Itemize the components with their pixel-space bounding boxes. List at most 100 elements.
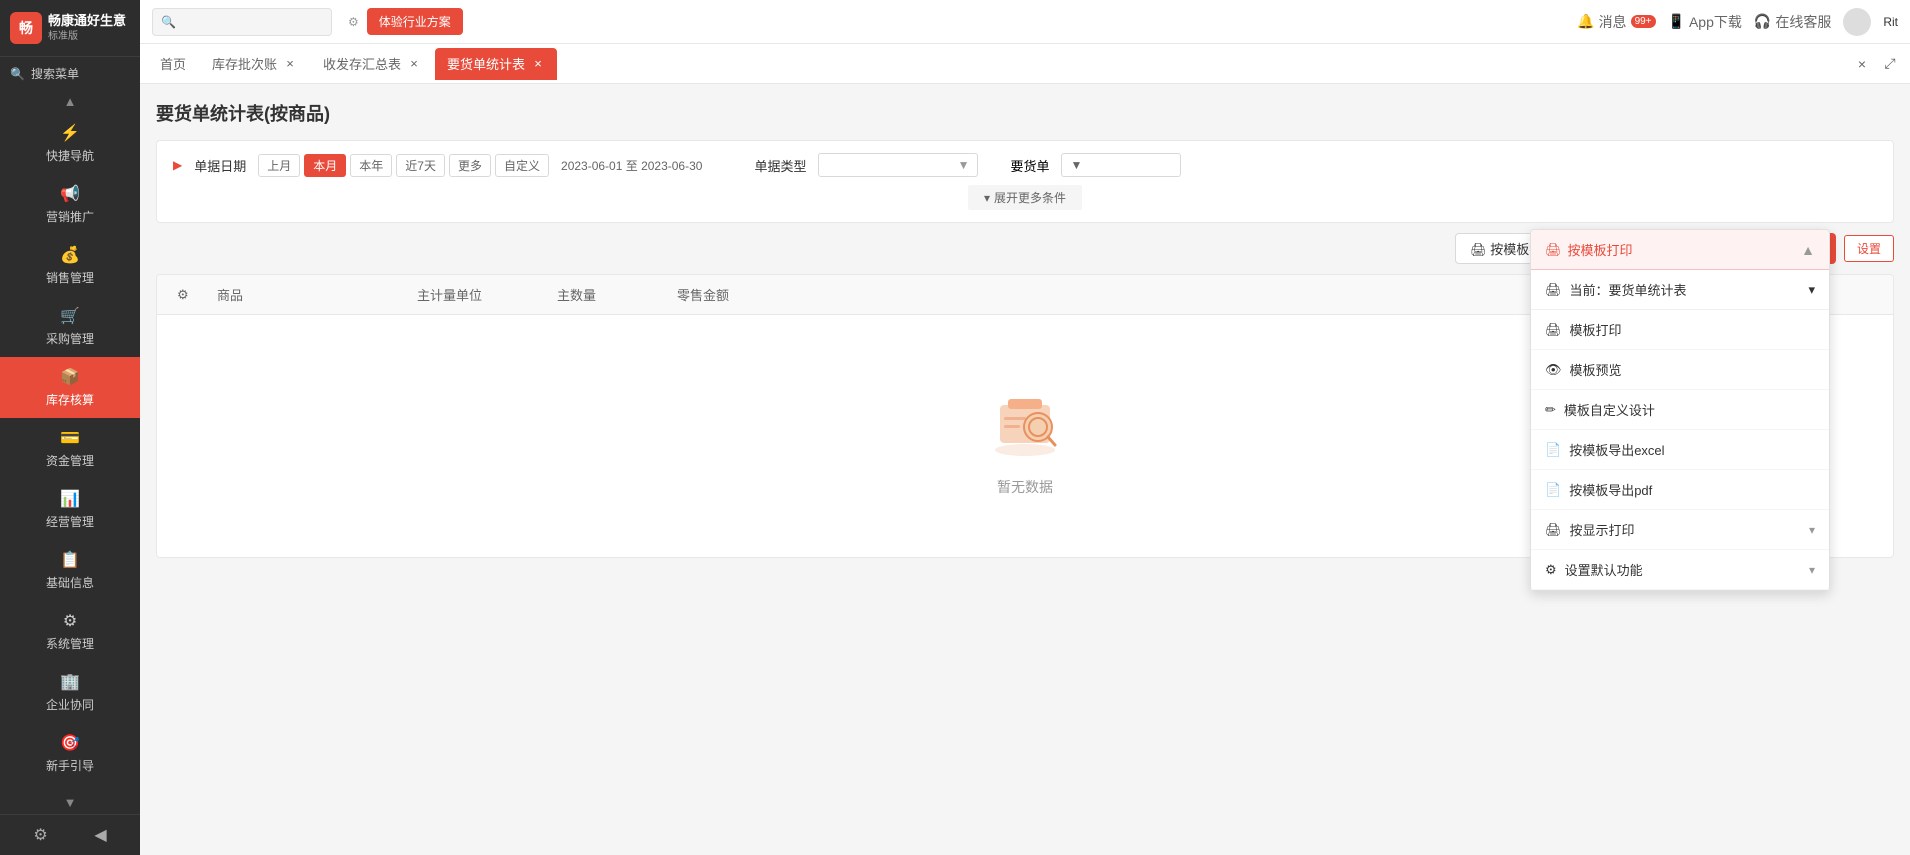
order-type-arrow: ▼	[958, 158, 970, 172]
print-template-custom[interactable]: ✏ 模板自定义设计	[1531, 390, 1829, 430]
printer-icon: 🖨	[1470, 242, 1487, 257]
print-title-icon: 🖨	[1545, 242, 1562, 258]
sidebar-item-basic-info[interactable]: 📋 基础信息	[0, 540, 140, 601]
sidebar-scroll-down[interactable]: ▼	[0, 791, 140, 814]
search-label: 搜索菜单	[31, 65, 79, 82]
print-template-print[interactable]: 🖨 模板打印	[1531, 310, 1829, 350]
sidebar-item-marketing[interactable]: 📢 营销推广	[0, 174, 140, 235]
settings-btn[interactable]: 设置	[1844, 235, 1894, 262]
template-preview-label: 模板预览	[1570, 360, 1622, 379]
user-name[interactable]: Rit	[1883, 15, 1898, 29]
filter-toggle-btn[interactable]: ▶	[173, 158, 182, 172]
sidebar-item-guide[interactable]: 🎯 新手引导	[0, 723, 140, 784]
expand-more-label: 展开更多条件	[994, 189, 1066, 206]
notifications-badge: 99+	[1631, 15, 1656, 28]
close-icon: ×	[286, 56, 294, 71]
tab-order-summary-label: 要货单统计表	[447, 54, 525, 73]
current-year-btn[interactable]: 本年	[350, 154, 392, 177]
sidebar: 畅 畅康通好生意 标准版 🔍 搜索菜单 ▲ ⚡ 快捷导航 📢 营销推广 💰 销售…	[0, 0, 140, 855]
close-icon: ×	[534, 56, 542, 71]
close-icon: ×	[410, 56, 418, 71]
template-print-left: 🖨 模板打印	[1545, 320, 1622, 339]
online-service-label: 在线客服	[1775, 12, 1831, 32]
sidebar-footer: ⚙ ◀	[0, 814, 140, 855]
sidebar-item-label: 库存核算	[46, 391, 94, 408]
sidebar-item-quick-nav[interactable]: ⚡ 快捷导航	[0, 113, 140, 174]
print-dropdown: 🖨 按模板打印 ▲ 🖨 当前：要货单统计表 ▾ 🖨 模板打印	[1530, 229, 1830, 591]
template-custom-icon: ✏	[1545, 402, 1556, 418]
tab-order-summary[interactable]: 要货单统计表 ×	[435, 48, 557, 80]
close-collection-summary-tab[interactable]: ×	[407, 57, 421, 71]
prev-month-btn[interactable]: 上月	[258, 154, 300, 177]
global-search[interactable]: 🔍	[152, 8, 332, 36]
tab-collection-summary-label: 收发存汇总表	[323, 54, 401, 73]
print-template-preview[interactable]: 👁 模板预览	[1531, 350, 1829, 390]
current-item-left: 🖨 当前：要货单统计表	[1545, 280, 1687, 299]
sidebar-item-sales[interactable]: 💰 销售管理	[0, 235, 140, 296]
online-service-btn[interactable]: 🎧 在线客服	[1754, 12, 1831, 32]
collapse-icon[interactable]: ◀	[94, 825, 106, 845]
settings-footer-icon[interactable]: ⚙	[33, 825, 47, 845]
sidebar-item-inventory[interactable]: 📦 库存核算	[0, 357, 140, 418]
sidebar-item-purchase[interactable]: 🛒 采购管理	[0, 296, 140, 357]
guide-icon: 🎯	[60, 733, 80, 753]
current-month-btn[interactable]: 本月	[304, 154, 346, 177]
sidebar-item-label: 销售管理	[46, 269, 94, 286]
col-product: 商品	[209, 285, 409, 304]
finance-icon: 💳	[60, 428, 80, 448]
gear-config-icon[interactable]: ⚙	[348, 15, 359, 29]
sidebar-item-operations[interactable]: 📊 经营管理	[0, 479, 140, 540]
sidebar-item-system[interactable]: ⚙ 系统管理	[0, 601, 140, 662]
display-print-item[interactable]: 🖨 按显示打印 ▾	[1531, 510, 1829, 550]
close-window-btn[interactable]: ×	[1850, 52, 1874, 76]
tab-home-label: 首页	[160, 54, 186, 73]
last-7-days-btn[interactable]: 近7天	[396, 154, 445, 177]
tab-inventory-batch[interactable]: 库存批次账 ×	[200, 48, 309, 80]
display-print-icon: 🖨	[1545, 522, 1562, 538]
industry-btn[interactable]: 体验行业方案	[367, 8, 463, 35]
app-download-btn[interactable]: 📱 App下载	[1668, 12, 1742, 32]
expand-more-area: ▾ 展开更多条件	[173, 185, 1877, 210]
print-title-label: 按模板打印	[1568, 240, 1633, 259]
yaohuodan-input[interactable]: ▼	[1061, 153, 1181, 177]
close-order-summary-tab[interactable]: ×	[531, 57, 545, 71]
basic-info-icon: 📋	[60, 550, 80, 570]
maximize-window-btn[interactable]: ⤢	[1878, 52, 1902, 76]
close-inventory-batch-tab[interactable]: ×	[283, 57, 297, 71]
print-export-excel[interactable]: 📄 按模板导出excel	[1531, 430, 1829, 470]
sidebar-scroll-up[interactable]: ▲	[0, 90, 140, 113]
logo-icon: 畅	[10, 12, 42, 44]
headset-icon: 🎧	[1754, 13, 1771, 30]
order-type-filter: 单据类型	[754, 156, 806, 175]
print-dropdown-header: 🖨 按模板打印 ▲	[1531, 230, 1829, 270]
col-retail-amount: 零售金额	[669, 285, 809, 304]
sidebar-item-app-center[interactable]: 🔲 应用中心	[0, 784, 140, 791]
user-avatar[interactable]	[1843, 8, 1871, 36]
order-type-select[interactable]: ▼	[818, 153, 978, 177]
notifications-btn[interactable]: 🔔 消息 99+	[1577, 12, 1655, 32]
system-icon: ⚙	[63, 611, 77, 631]
more-date-btn[interactable]: 更多	[449, 154, 491, 177]
expand-more-btn[interactable]: ▾ 展开更多条件	[968, 185, 1082, 210]
export-excel-icon: 📄	[1545, 442, 1561, 458]
sidebar-item-label: 资金管理	[46, 452, 94, 469]
print-export-pdf[interactable]: 📄 按模板导出pdf	[1531, 470, 1829, 510]
custom-date-btn[interactable]: 自定义	[495, 154, 549, 177]
display-print-label: 按显示打印	[1570, 520, 1635, 539]
enterprise-icon: 🏢	[60, 672, 80, 692]
tab-collection-summary[interactable]: 收发存汇总表 ×	[311, 48, 433, 80]
print-current-item[interactable]: 🖨 当前：要货单统计表 ▾	[1531, 270, 1829, 310]
col-quantity: 主数量	[549, 285, 669, 304]
sidebar-item-enterprise[interactable]: 🏢 企业协同	[0, 662, 140, 723]
sidebar-item-label: 经营管理	[46, 513, 94, 530]
sidebar-search[interactable]: 🔍 搜索菜单	[0, 57, 140, 90]
search-input-icon: 🔍	[161, 15, 176, 29]
col-settings[interactable]: ⚙	[169, 287, 209, 303]
sidebar-logo: 畅 畅康通好生意 标准版	[0, 0, 140, 57]
tab-home[interactable]: 首页	[148, 48, 198, 80]
sidebar-item-label: 系统管理	[46, 635, 94, 652]
print-dropdown-close[interactable]: ▲	[1801, 242, 1815, 258]
set-default-item[interactable]: ⚙ 设置默认功能 ▾	[1531, 550, 1829, 590]
mobile-icon: 📱	[1668, 13, 1685, 30]
sidebar-item-finance[interactable]: 💳 资金管理	[0, 418, 140, 479]
